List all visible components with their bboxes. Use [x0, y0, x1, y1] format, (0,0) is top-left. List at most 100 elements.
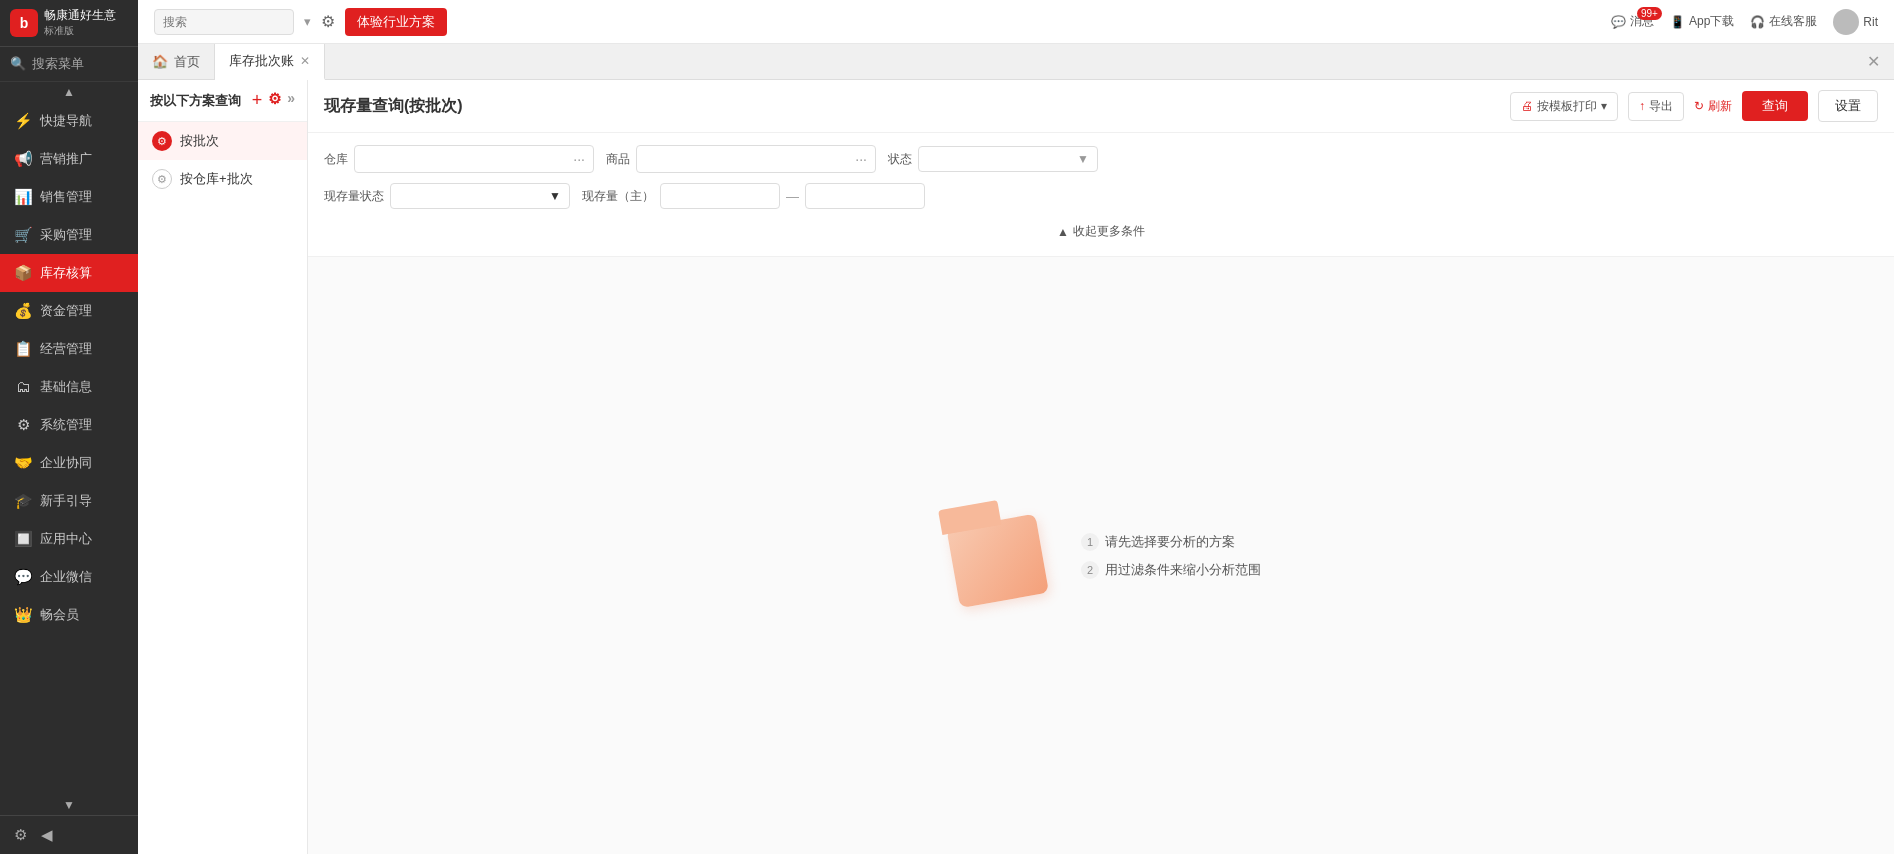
- sidebar-item-system[interactable]: ⚙ 系统管理: [0, 406, 138, 444]
- search-menu[interactable]: 🔍 搜索菜单: [0, 47, 138, 82]
- top-search-input[interactable]: [154, 9, 294, 35]
- app-title-block: 畅康通好生意 标准版: [44, 8, 116, 38]
- app-download-btn[interactable]: 📱 App下载: [1670, 13, 1734, 30]
- search-dropdown-icon[interactable]: ▾: [304, 14, 311, 29]
- quicknav-icon: ⚡: [14, 112, 32, 130]
- scheme-warehouse-icon: ⚙: [152, 169, 172, 189]
- page-header-actions: 🖨 按模板打印 ▾ ↑ 导出 ↻ 刷新 查询 设置: [1510, 90, 1878, 122]
- refresh-btn[interactable]: ↻ 刷新: [1694, 98, 1732, 115]
- export-btn[interactable]: ↑ 导出: [1628, 92, 1684, 121]
- scheme-item-batch[interactable]: ⚙ 按批次: [138, 122, 307, 160]
- phone-icon: 📱: [1670, 15, 1685, 29]
- sidebar-item-newbie[interactable]: 🎓 新手引导: [0, 482, 138, 520]
- print-dropdown-icon[interactable]: ▾: [1601, 99, 1607, 113]
- app-edition: 标准版: [44, 24, 116, 38]
- collapse-more-btn[interactable]: ▲ 收起更多条件: [324, 219, 1878, 244]
- sidebar-item-quicknav[interactable]: ⚡ 快捷导航: [0, 102, 138, 140]
- query-button[interactable]: 查询: [1742, 91, 1808, 121]
- sidebar-item-purchase[interactable]: 🛒 采购管理: [0, 216, 138, 254]
- sidebar: b 畅康通好生意 标准版 🔍 搜索菜单 ▲ ⚡ 快捷导航 📢 营销推广 📊 销售…: [0, 0, 138, 854]
- sidebar-item-finance[interactable]: 💰 资金管理: [0, 292, 138, 330]
- sidebar-item-appcenter[interactable]: 🔲 应用中心: [0, 520, 138, 558]
- operations-icon: 📋: [14, 340, 32, 358]
- sidebar-item-enterprise[interactable]: 🤝 企业协同: [0, 444, 138, 482]
- print-template-label: 按模板打印: [1537, 98, 1597, 115]
- inventory-status-dropdown-icon[interactable]: ▼: [549, 189, 561, 203]
- sidebar-item-member[interactable]: 👑 畅会员: [0, 596, 138, 634]
- left-panel-header: 按以下方案查询 + ⚙ »: [138, 80, 307, 122]
- app-name: 畅康通好生意: [44, 8, 116, 24]
- inventory-amount-range: —: [660, 183, 925, 209]
- tab-home[interactable]: 🏠 首页: [138, 44, 215, 80]
- content-area: 按以下方案查询 + ⚙ » ⚙ 按批次 ⚙ 按仓库+批次 现存量查询(按批次): [138, 80, 1894, 854]
- tab-home-label: 首页: [174, 53, 200, 71]
- sidebar-scroll-up[interactable]: ▲: [0, 82, 138, 102]
- status-dropdown-icon[interactable]: ▼: [1077, 152, 1089, 166]
- tab-panel-close-btn[interactable]: ✕: [1853, 52, 1894, 71]
- inventory-amount-max[interactable]: [805, 183, 925, 209]
- finance-icon: 💰: [14, 302, 32, 320]
- warehouse-input[interactable]: ···: [354, 145, 594, 173]
- tab-inventory-batch-label: 库存批次账: [229, 52, 294, 70]
- user-menu[interactable]: Rit: [1833, 9, 1878, 35]
- inventory-amount-min[interactable]: [660, 183, 780, 209]
- collapse-sidebar-icon[interactable]: ◀: [41, 826, 53, 844]
- printer-icon: 🖨: [1521, 99, 1533, 113]
- sidebar-item-label: 库存核算: [40, 264, 92, 282]
- messages-btn[interactable]: 💬 消息 99+: [1611, 13, 1654, 30]
- online-service-label: 在线客服: [1769, 13, 1817, 30]
- export-icon: ↑: [1639, 99, 1645, 113]
- settings-button[interactable]: 设置: [1818, 90, 1878, 122]
- inventory-status-group: 现存量状态 ▼: [324, 183, 570, 209]
- print-template-btn[interactable]: 🖨 按模板打印 ▾: [1510, 92, 1618, 121]
- tab-close-icon[interactable]: ✕: [300, 54, 310, 68]
- settings-icon[interactable]: ⚙: [14, 826, 27, 844]
- warehouse-filter-group: 仓库 ···: [324, 145, 594, 173]
- product-input[interactable]: ···: [636, 145, 876, 173]
- refresh-label: 刷新: [1708, 98, 1732, 115]
- scheme-batch-icon: ⚙: [152, 131, 172, 151]
- sidebar-item-wechat[interactable]: 💬 企业微信: [0, 558, 138, 596]
- sidebar-item-basic[interactable]: 🗂 基础信息: [0, 368, 138, 406]
- main-area: ▾ ⚙ 体验行业方案 💬 消息 99+ 📱 App下载 🎧 在线客服 Rit: [138, 0, 1894, 854]
- enterprise-icon: 🤝: [14, 454, 32, 472]
- tab-inventory-batch[interactable]: 库存批次账 ✕: [215, 44, 325, 80]
- sidebar-item-label: 企业协同: [40, 454, 92, 472]
- sidebar-scroll-down[interactable]: ▼: [0, 795, 138, 815]
- wechat-icon: 💬: [14, 568, 32, 586]
- sales-icon: 📊: [14, 188, 32, 206]
- product-label: 商品: [606, 151, 630, 168]
- empty-hint-2-text: 用过滤条件来缩小分析范围: [1105, 561, 1261, 579]
- warehouse-label: 仓库: [324, 151, 348, 168]
- scheme-settings-icon[interactable]: ⚙: [268, 90, 281, 111]
- sidebar-item-sales[interactable]: 📊 销售管理: [0, 178, 138, 216]
- warehouse-dots-icon[interactable]: ···: [573, 151, 585, 167]
- empty-text: 1 请先选择要分析的方案 2 用过滤条件来缩小分析范围: [1081, 533, 1261, 579]
- product-dots-icon[interactable]: ···: [855, 151, 867, 167]
- system-icon: ⚙: [14, 416, 32, 434]
- sidebar-item-label: 畅会员: [40, 606, 79, 624]
- sidebar-item-marketing[interactable]: 📢 营销推广: [0, 140, 138, 178]
- sidebar-item-operations[interactable]: 📋 经营管理: [0, 330, 138, 368]
- export-label: 导出: [1649, 98, 1673, 115]
- appcenter-icon: 🔲: [14, 530, 32, 548]
- experience-btn[interactable]: 体验行业方案: [345, 8, 447, 36]
- collapse-panel-icon[interactable]: »: [287, 90, 295, 111]
- sidebar-item-label: 销售管理: [40, 188, 92, 206]
- inventory-icon: 📦: [14, 264, 32, 282]
- scheme-item-warehouse-batch[interactable]: ⚙ 按仓库+批次: [138, 160, 307, 198]
- scheme-batch-label: 按批次: [180, 132, 219, 150]
- sidebar-nav: ⚡ 快捷导航 📢 营销推广 📊 销售管理 🛒 采购管理 📦 库存核算 💰 资金管…: [0, 102, 138, 795]
- top-bar: ▾ ⚙ 体验行业方案 💬 消息 99+ 📱 App下载 🎧 在线客服 Rit: [138, 0, 1894, 44]
- add-scheme-icon[interactable]: +: [252, 90, 263, 111]
- purchase-icon: 🛒: [14, 226, 32, 244]
- search-icon: 🔍: [10, 56, 26, 71]
- status-select[interactable]: ▼: [918, 146, 1098, 172]
- inventory-amount-group: 现存量（主） —: [582, 183, 925, 209]
- sidebar-item-inventory[interactable]: 📦 库存核算: [0, 254, 138, 292]
- top-gear-icon[interactable]: ⚙: [321, 12, 335, 31]
- sidebar-item-label: 经营管理: [40, 340, 92, 358]
- collapse-up-icon: ▲: [1057, 225, 1069, 239]
- inventory-status-select[interactable]: ▼: [390, 183, 570, 209]
- online-service-btn[interactable]: 🎧 在线客服: [1750, 13, 1817, 30]
